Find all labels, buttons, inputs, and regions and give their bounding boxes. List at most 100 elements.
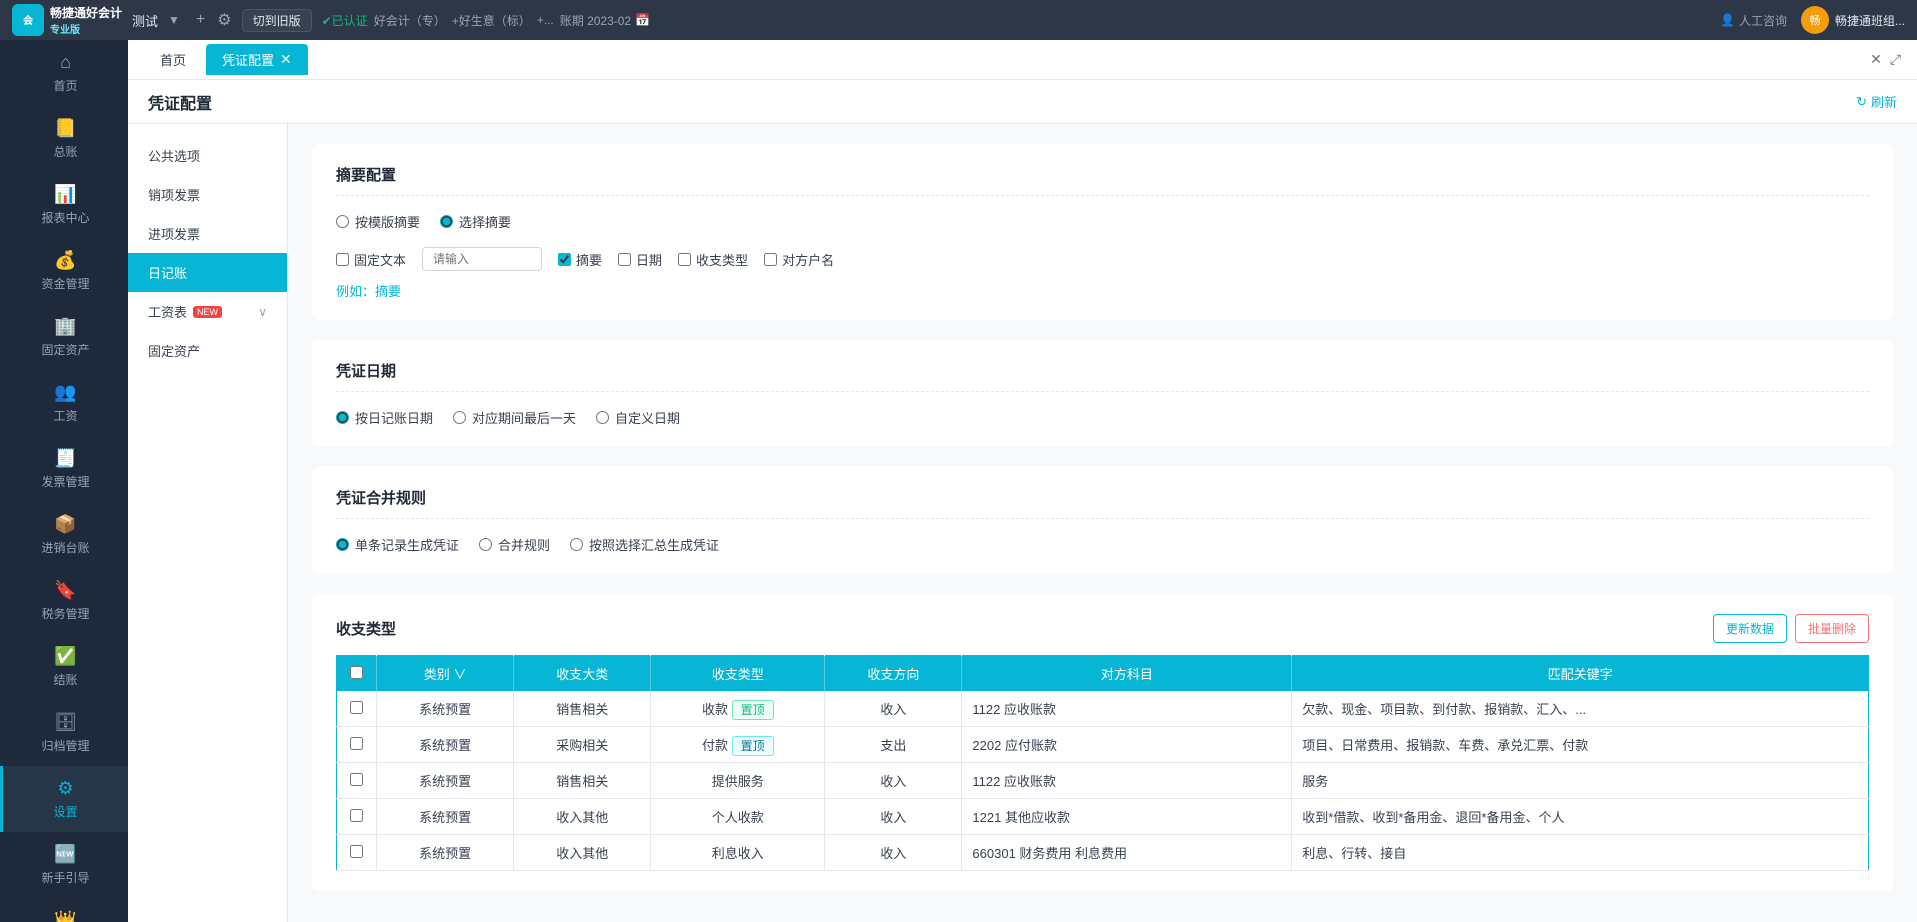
merge-radio-group: 单条记录生成凭证 合并规则 按照选择汇总生成凭证 xyxy=(336,535,1869,554)
settings-icon: ⚙ xyxy=(57,778,73,799)
sidebar-label-guide: 新手引导 xyxy=(41,869,89,886)
settings-button[interactable]: ⚙ xyxy=(215,8,233,32)
nav-item-sales-invoice[interactable]: 销项发票 xyxy=(128,175,287,214)
radio-template-summary-input[interactable] xyxy=(336,215,349,228)
sidebar-label-assets: 固定资产 xyxy=(41,341,89,358)
sidebar-label-tax: 税务管理 xyxy=(41,605,89,622)
row-keywords-3: 收到*借款、收到*备用金、退回*备用金、个人 xyxy=(1292,799,1869,835)
radio-merge-rules[interactable]: 合并规则 xyxy=(479,535,550,554)
cb-party[interactable]: 对方户名 xyxy=(764,250,834,269)
radio-by-custom-date[interactable]: 自定义日期 xyxy=(596,408,680,427)
sidebar-item-purchase-sale[interactable]: 📦 进销台账 xyxy=(0,502,128,568)
svg-text:会: 会 xyxy=(23,14,33,27)
new-badge: NEW xyxy=(193,306,222,318)
row-big-class-2: 销售相关 xyxy=(514,763,651,799)
window-close-icon[interactable]: ✕ xyxy=(1870,51,1882,68)
nav-item-payroll-sheet[interactable]: 工资表 NEW ∨ xyxy=(128,292,287,331)
row-checkbox-cell xyxy=(337,835,377,871)
top-bar-right: 👤 人工咨询 畅 畅捷通班组... xyxy=(1720,6,1905,34)
tab-home[interactable]: 首页 xyxy=(144,44,202,75)
summary-section: 摘要配置 按模版摘要 选择摘要 xyxy=(312,144,1893,320)
cb-type-input[interactable] xyxy=(678,253,691,266)
type-tag[interactable]: 置顶 xyxy=(732,700,774,720)
sidebar-item-assets[interactable]: 🏢 固定资产 xyxy=(0,304,128,370)
radio-single-record-input[interactable] xyxy=(336,538,349,551)
radio-by-diary-date[interactable]: 按日记账日期 xyxy=(336,408,433,427)
row-account-4: 660301 财务费用 利息费用 xyxy=(962,835,1292,871)
radio-single-record[interactable]: 单条记录生成凭证 xyxy=(336,535,459,554)
sidebar-item-payroll[interactable]: 👥 工资 xyxy=(0,370,128,436)
radio-by-selection-total-input[interactable] xyxy=(570,538,583,551)
table-header-row: 收支类型 更新数据 批量删除 xyxy=(336,614,1869,643)
sidebar-item-ledger[interactable]: 📒 总账 xyxy=(0,106,128,172)
radio-by-custom-date-input[interactable] xyxy=(596,411,609,424)
th-checkbox xyxy=(337,656,377,692)
row-account-1: 2202 应付账款 xyxy=(962,727,1292,763)
sidebar-label-home: 首页 xyxy=(53,77,77,94)
radio-select-summary[interactable]: 选择摘要 xyxy=(440,212,511,231)
payroll-sheet-label: 工资表 xyxy=(148,302,187,321)
row-keywords-2: 服务 xyxy=(1292,763,1869,799)
cb-party-input[interactable] xyxy=(764,253,777,266)
company-dropdown-icon[interactable]: ▼ xyxy=(168,13,180,27)
user-name: 畅捷通班组... xyxy=(1835,12,1905,29)
fixed-text-input[interactable] xyxy=(422,247,542,271)
purchase-sale-icon: 📦 xyxy=(54,514,76,535)
sidebar-item-tax[interactable]: 🔖 税务管理 xyxy=(0,568,128,634)
radio-template-summary[interactable]: 按模版摘要 xyxy=(336,212,420,231)
row-type-1: 付款 置顶 xyxy=(651,727,825,763)
sidebar-item-home[interactable]: ⌂ 首页 xyxy=(0,40,128,106)
row-checkbox-3[interactable] xyxy=(350,809,363,822)
sidebar-item-report[interactable]: 📊 报表中心 xyxy=(0,172,128,238)
cb-fixed-text[interactable]: 固定文本 xyxy=(336,250,406,269)
calendar-icon[interactable]: 📅 xyxy=(635,13,650,27)
window-expand-icon[interactable]: ⤢ xyxy=(1890,51,1901,68)
row-checkbox-2[interactable] xyxy=(350,773,363,786)
tab-voucher-config[interactable]: 凭证配置 ✕ xyxy=(206,44,308,75)
nav-item-diary[interactable]: 日记账 xyxy=(128,253,287,292)
consult-button[interactable]: 👤 人工咨询 xyxy=(1720,12,1787,29)
sidebar-item-settle[interactable]: ✅ 结账 xyxy=(0,634,128,700)
row-account-0: 1122 应收账款 xyxy=(962,691,1292,727)
nav-item-purchase-invoice[interactable]: 进项发票 xyxy=(128,214,287,253)
cb-date[interactable]: 日期 xyxy=(618,250,662,269)
sidebar-item-funds[interactable]: 💰 资金管理 xyxy=(0,238,128,304)
sidebar-item-archive[interactable]: 🗄 归档管理 xyxy=(0,700,128,766)
nav-item-public[interactable]: 公共选项 xyxy=(128,136,287,175)
select-all-checkbox[interactable] xyxy=(350,666,363,679)
row-checkbox-0[interactable] xyxy=(350,701,363,714)
batch-delete-button[interactable]: 批量删除 xyxy=(1795,614,1869,643)
tab-close-icon[interactable]: ✕ xyxy=(280,51,292,68)
sidebar-item-member[interactable]: 👑 畅会员 xyxy=(0,898,128,922)
cb-fixed-text-input[interactable] xyxy=(336,253,349,266)
radio-by-diary-date-input[interactable] xyxy=(336,411,349,424)
add-button[interactable]: + xyxy=(194,9,207,31)
radio-by-selection-total[interactable]: 按照选择汇总生成凭证 xyxy=(570,535,719,554)
row-checkbox-1[interactable] xyxy=(350,737,363,750)
cb-summary[interactable]: 摘要 xyxy=(558,250,602,269)
user-info[interactable]: 畅 畅捷通班组... xyxy=(1801,6,1905,34)
sidebar-label-funds: 资金管理 xyxy=(41,275,89,292)
sidebar-item-invoice-mgmt[interactable]: 🧾 发票管理 xyxy=(0,436,128,502)
cb-summary-input[interactable] xyxy=(558,253,571,266)
radio-select-summary-input[interactable] xyxy=(440,215,453,228)
refresh-button[interactable]: ↻ 刷新 xyxy=(1856,92,1897,111)
home-icon: ⌂ xyxy=(60,52,71,73)
row-big-class-0: 销售相关 xyxy=(514,691,651,727)
cb-type[interactable]: 收支类型 xyxy=(678,250,748,269)
row-checkbox-4[interactable] xyxy=(350,845,363,858)
radio-by-period-last-input[interactable] xyxy=(453,411,466,424)
cb-date-input[interactable] xyxy=(618,253,631,266)
sidebar-item-guide[interactable]: 🆕 新手引导 xyxy=(0,832,128,898)
radio-by-period-last[interactable]: 对应期间最后一天 xyxy=(453,408,576,427)
switch-version-button[interactable]: 切到旧版 xyxy=(242,9,312,32)
nav-item-fixed-assets[interactable]: 固定资产 xyxy=(128,331,287,370)
update-data-button[interactable]: 更新数据 xyxy=(1713,614,1787,643)
row-checkbox-cell xyxy=(337,691,377,727)
sidebar-label-archive: 归档管理 xyxy=(41,737,89,754)
type-tag[interactable]: 置顶 xyxy=(732,736,774,756)
funds-icon: 💰 xyxy=(54,250,76,271)
sidebar-item-settings[interactable]: ⚙ 设置 xyxy=(0,766,128,832)
logo-icon: 会 xyxy=(12,4,44,36)
radio-merge-rules-input[interactable] xyxy=(479,538,492,551)
